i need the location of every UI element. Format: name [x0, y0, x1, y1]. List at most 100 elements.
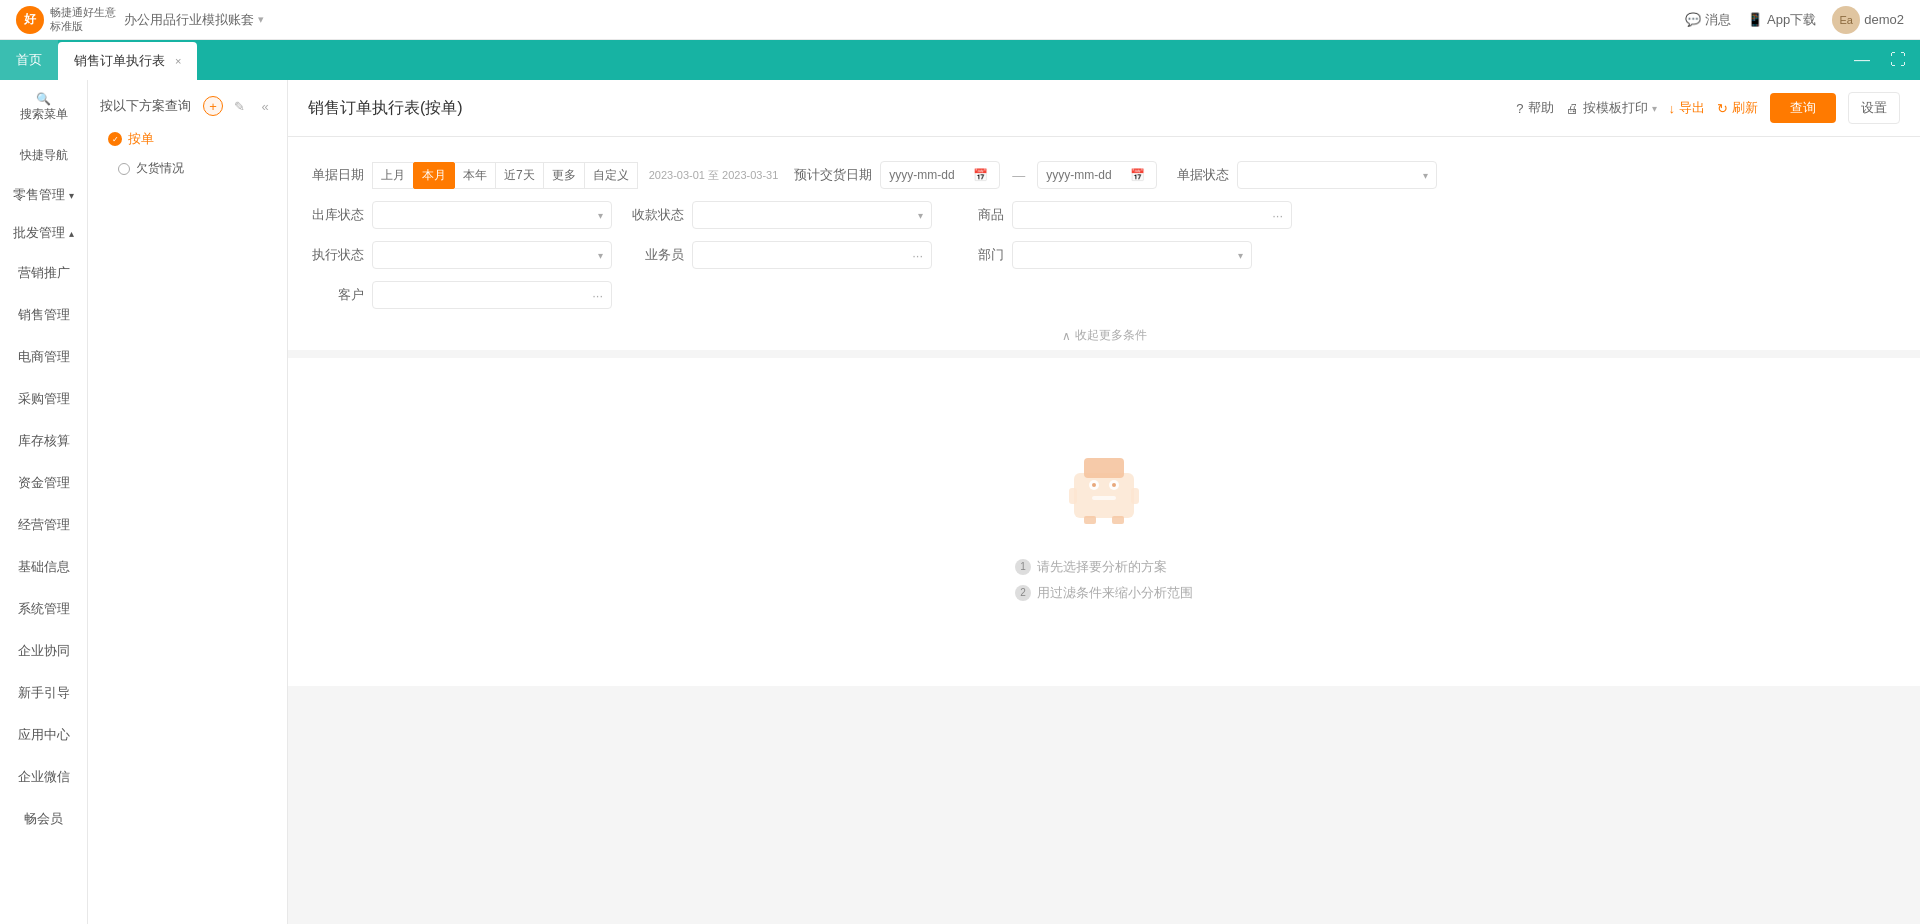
date-input-end[interactable]: 📅 — [1037, 161, 1157, 189]
sidebar-item-wechat[interactable]: 企业微信 — [0, 756, 87, 798]
sidebar-item-ecommerce[interactable]: 电商管理 — [0, 336, 87, 378]
sidebar-item-marketing[interactable]: 营销推广 — [0, 252, 87, 294]
salesperson-dots-icon[interactable]: ··· — [912, 248, 923, 263]
sidebar-item-sales[interactable]: 销售管理 — [0, 294, 87, 336]
help-button[interactable]: ? 帮助 — [1516, 99, 1553, 117]
page-title: 销售订单执行表(按单) — [308, 98, 463, 119]
filter-expected-date: 预计交货日期 📅 — 📅 — [794, 161, 1157, 189]
goods-input[interactable]: ··· — [1012, 201, 1292, 229]
plus-icon: + — [209, 99, 217, 114]
date-btn-custom[interactable]: 自定义 — [584, 162, 638, 189]
message-icon: 💬 — [1685, 12, 1701, 27]
dept-select[interactable]: ▾ — [1012, 241, 1252, 269]
add-scheme-button[interactable]: + — [203, 96, 223, 116]
message-button[interactable]: 💬 消息 — [1685, 11, 1731, 29]
svg-rect-9 — [1084, 516, 1096, 524]
status-select[interactable]: ▾ — [1237, 161, 1437, 189]
sidebar-item-wholesale[interactable]: 批发管理 ▴ — [0, 214, 87, 252]
app-download-button[interactable]: 📱 App下载 — [1747, 11, 1816, 29]
scheme-item-by-order[interactable]: ✓ 按单 — [88, 124, 287, 154]
exec-chevron-icon: ▾ — [598, 250, 603, 261]
page-header-actions: ? 帮助 🖨 按模板打印 ▾ ↓ 导出 ↻ — [1516, 92, 1900, 124]
status-chevron-icon: ▾ — [1423, 170, 1428, 181]
payment-status-select[interactable]: ▾ — [692, 201, 932, 229]
step1-text: 请先选择要分析的方案 — [1037, 554, 1167, 580]
filter-customer: 客户 ··· — [308, 281, 612, 309]
date-input-start[interactable]: 📅 — [880, 161, 1000, 189]
sidebar-item-purchase[interactable]: 采购管理 — [0, 378, 87, 420]
main-layout: 🔍 搜索菜单 快捷导航 零售管理 ▾ 批发管理 ▴ 营销推广 销售管理 电商管理… — [0, 80, 1920, 924]
refresh-icon: ↻ — [1717, 101, 1728, 116]
filter-salesperson: 业务员 ··· — [628, 241, 932, 269]
customer-dots-icon[interactable]: ··· — [592, 288, 603, 303]
avatar: Ea — [1832, 6, 1860, 34]
collapse-bar[interactable]: ∧ 收起更多条件 — [308, 321, 1900, 350]
customer-input[interactable]: ··· — [372, 281, 612, 309]
expected-date-label: 预计交货日期 — [794, 166, 872, 184]
payment-status-label: 收款状态 — [628, 206, 684, 224]
sidebar-item-inventory[interactable]: 库存核算 — [0, 420, 87, 462]
sidebar-item-finance[interactable]: 资金管理 — [0, 462, 87, 504]
tab-active[interactable]: 销售订单执行表 × — [58, 42, 197, 80]
sidebar-item-basic-info[interactable]: 基础信息 — [0, 546, 87, 588]
setting-button[interactable]: 设置 — [1848, 92, 1900, 124]
edit-scheme-button[interactable]: ✎ — [229, 96, 249, 116]
sidebar-item-retail[interactable]: 零售管理 ▾ — [0, 176, 87, 214]
refresh-button[interactable]: ↻ 刷新 — [1717, 99, 1758, 117]
exec-status-select[interactable]: ▾ — [372, 241, 612, 269]
filter-payment-status: 收款状态 ▾ — [628, 201, 932, 229]
top-bar: 好 畅捷通好生意 标准版 办公用品行业模拟账套 ▾ 💬 消息 📱 App下载 E… — [0, 0, 1920, 40]
goods-dots-icon[interactable]: ··· — [1272, 208, 1283, 223]
print-button[interactable]: 🖨 按模板打印 ▾ — [1566, 99, 1657, 117]
logo-text: 畅捷通好生意 标准版 — [50, 6, 116, 32]
sidebar-item-system[interactable]: 系统管理 — [0, 588, 87, 630]
date-btn-more[interactable]: 更多 — [543, 162, 585, 189]
print-arrow-icon: ▾ — [1652, 103, 1657, 114]
sidebar-search[interactable]: 🔍 搜索菜单 — [0, 80, 87, 135]
sidebar-item-enterprise[interactable]: 企业协同 — [0, 630, 87, 672]
date-btn-this-year[interactable]: 本年 — [454, 162, 496, 189]
filter-goods: 商品 ··· — [948, 201, 1292, 229]
sidebar: 🔍 搜索菜单 快捷导航 零售管理 ▾ 批发管理 ▴ 营销推广 销售管理 电商管理… — [0, 80, 88, 924]
goods-label: 商品 — [948, 206, 1004, 224]
svg-rect-7 — [1069, 488, 1077, 504]
date-end-input[interactable] — [1046, 168, 1126, 182]
export-button[interactable]: ↓ 导出 — [1669, 99, 1706, 117]
exec-status-label: 执行状态 — [308, 246, 364, 264]
tab-home[interactable]: 首页 — [0, 40, 58, 80]
salesperson-input[interactable]: ··· — [692, 241, 932, 269]
main-content: 销售订单执行表(按单) ? 帮助 🖨 按模板打印 ▾ ↓ — [288, 80, 1920, 924]
tab-maximize-button[interactable]: ⛶ — [1884, 46, 1912, 74]
svg-rect-1 — [1084, 458, 1124, 478]
page-header: 销售订单执行表(按单) ? 帮助 🖨 按模板打印 ▾ ↓ — [288, 80, 1920, 137]
query-button[interactable]: 查询 — [1770, 93, 1836, 123]
sidebar-item-appstore[interactable]: 应用中心 — [0, 714, 87, 756]
collapse-panel-button[interactable]: « — [255, 96, 275, 116]
empty-illustration — [1054, 438, 1154, 538]
status-label: 单据状态 — [1173, 166, 1229, 184]
sidebar-item-guide[interactable]: 新手引导 — [0, 672, 87, 714]
filter-date: 单据日期 上月 本月 本年 近7天 更多 自定义 2023-03-01 至 20… — [308, 162, 778, 189]
left-panel: 按以下方案查询 + ✎ « ✓ 按单 — [88, 80, 288, 924]
date-btn-this-month[interactable]: 本月 — [413, 162, 455, 189]
sidebar-quick-nav[interactable]: 快捷导航 — [0, 135, 87, 176]
sub-item-shortage[interactable]: 欠货情况 — [88, 154, 287, 183]
filter-row-4: 客户 ··· — [308, 281, 1900, 309]
breadcrumb-arrow-icon[interactable]: ▾ — [258, 13, 264, 26]
top-bar-right: 💬 消息 📱 App下载 Ea demo2 — [1685, 6, 1904, 34]
out-status-select[interactable]: ▾ — [372, 201, 612, 229]
user-menu[interactable]: Ea demo2 — [1832, 6, 1904, 34]
tab-bar: 首页 销售订单执行表 × — ⛶ — [0, 40, 1920, 80]
date-btn-last-month[interactable]: 上月 — [372, 162, 414, 189]
export-icon: ↓ — [1669, 101, 1676, 116]
chevron-down-icon: ▾ — [69, 190, 74, 201]
sidebar-item-operation[interactable]: 经营管理 — [0, 504, 87, 546]
breadcrumb: 办公用品行业模拟账套 ▾ — [124, 11, 264, 29]
tab-minimize-button[interactable]: — — [1848, 46, 1876, 74]
sidebar-item-member[interactable]: 畅会员 — [0, 798, 87, 840]
date-start-input[interactable] — [889, 168, 969, 182]
date-btn-7days[interactable]: 近7天 — [495, 162, 544, 189]
collapse-icon: « — [261, 99, 268, 114]
customer-label: 客户 — [308, 286, 364, 304]
tab-close-icon[interactable]: × — [175, 55, 181, 67]
